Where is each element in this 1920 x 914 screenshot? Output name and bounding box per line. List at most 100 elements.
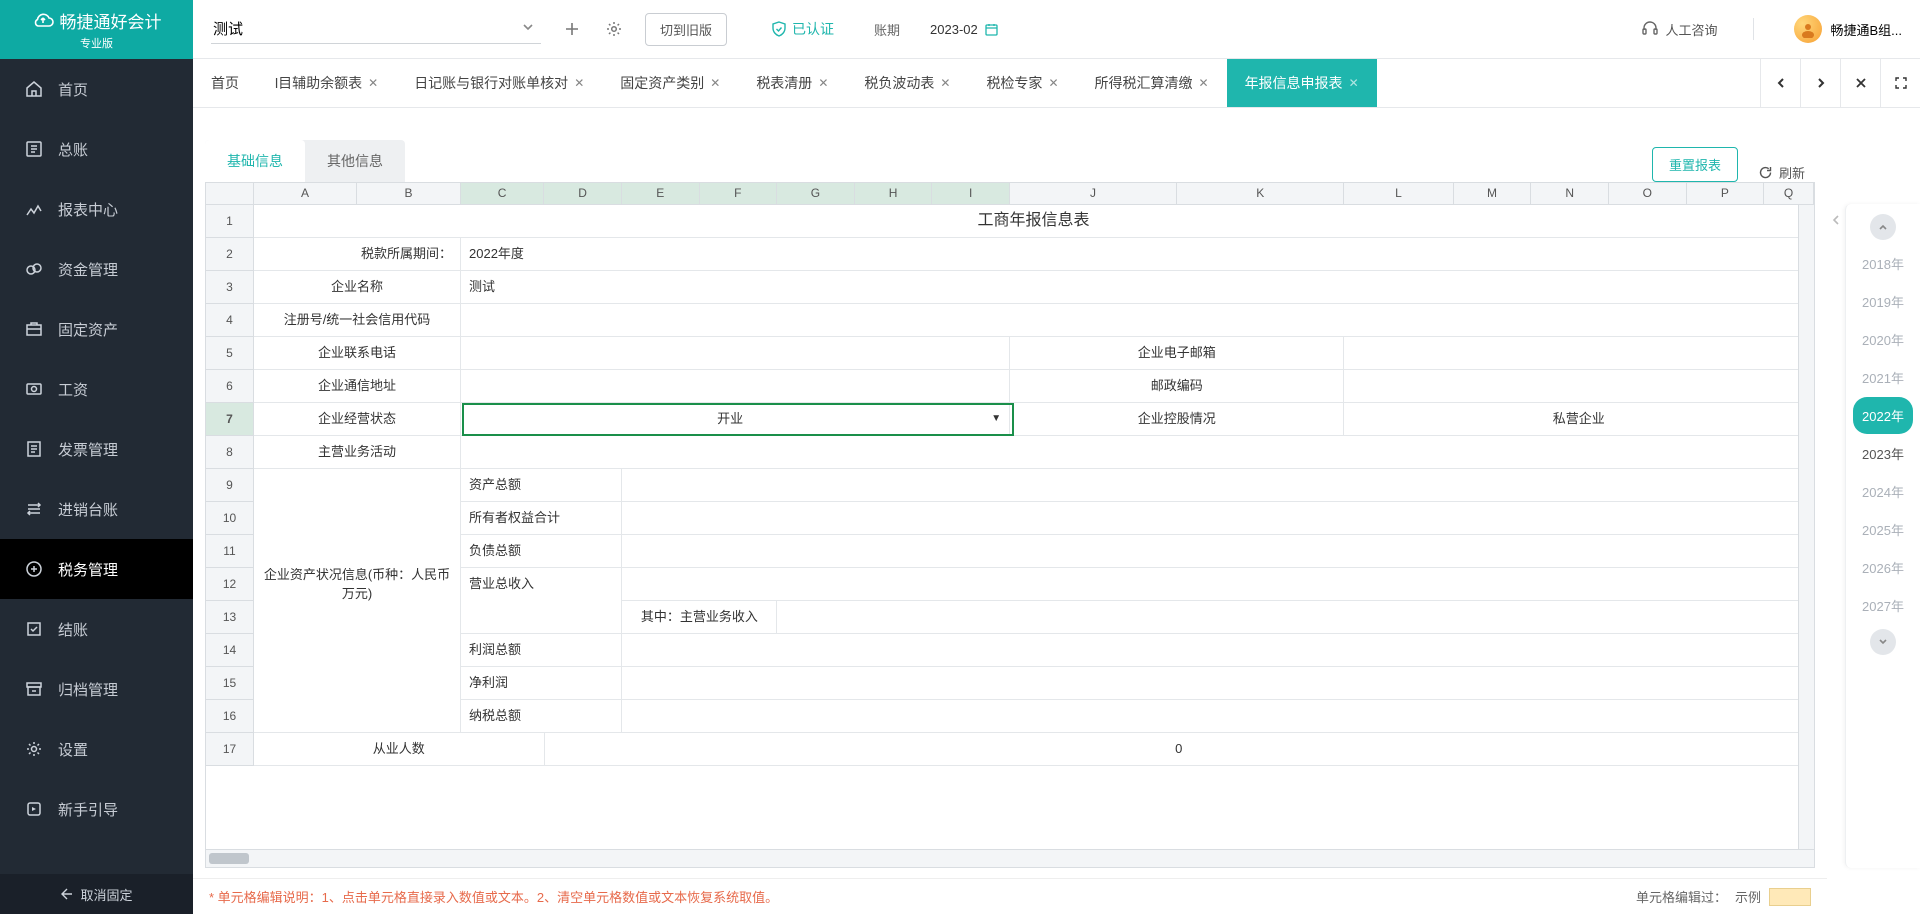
column-header[interactable]: O [1609,183,1687,204]
tab[interactable]: 税表清册✕ [738,59,846,107]
vertical-scrollbar[interactable] [1798,205,1814,849]
year-item[interactable]: 2024年 [1853,473,1913,510]
year-item[interactable]: 2018年 [1853,245,1913,282]
cell[interactable] [254,535,461,568]
cell-biz-status[interactable]: 开业▼ [461,403,1010,436]
row-header[interactable]: 15 [206,667,254,700]
sidebar-item-guide[interactable]: 新手引导 [0,779,193,839]
tab[interactable]: 日记账与银行对账单核对✕ [396,59,602,107]
cell[interactable] [622,568,1814,601]
cell[interactable]: 营业总收入 [461,568,622,601]
tab[interactable]: 固定资产类别✕ [602,59,738,107]
column-header[interactable]: C [461,183,545,204]
cell[interactable] [254,502,461,535]
year-item[interactable]: 2020年 [1853,321,1913,358]
grid[interactable]: 1工商年报信息表2税款所属期间：2022年度3企业名称测试4注册号/统一社会信用… [206,205,1814,766]
row-header[interactable]: 14 [206,634,254,667]
column-header[interactable]: P [1687,183,1765,204]
column-header[interactable]: K [1177,183,1344,204]
row-header[interactable]: 3 [206,271,254,304]
sidebar-item-inout[interactable]: 进销台账 [0,479,193,539]
cell[interactable]: 工商年报信息表 [254,205,1814,238]
cell[interactable] [622,469,1814,502]
column-header[interactable]: M [1454,183,1532,204]
tab-close-icon[interactable]: ✕ [574,76,584,90]
row-header[interactable]: 5 [206,337,254,370]
tab-close-icon[interactable]: ✕ [818,76,828,90]
cell[interactable] [622,667,1814,700]
row-header[interactable]: 11 [206,535,254,568]
cell[interactable]: 企业电子邮箱 [1010,337,1344,370]
tab-close-icon[interactable]: ✕ [1199,76,1209,90]
settings-gear-button[interactable] [603,18,625,40]
row-header[interactable]: 12 [206,568,254,601]
cell[interactable]: 所有者权益合计 [461,502,622,535]
cell[interactable] [461,370,1010,403]
tab[interactable]: l目辅助余额表✕ [257,59,396,107]
cell[interactable]: 资产总额 [461,469,622,502]
switch-old-button[interactable]: 切到旧版 [645,13,727,46]
tab-close-icon[interactable]: ✕ [940,76,950,90]
cell[interactable] [461,436,1814,469]
cell[interactable] [254,634,461,667]
row-header[interactable]: 8 [206,436,254,469]
cell[interactable]: 企业控股情况 [1010,403,1344,436]
cell[interactable] [254,601,461,634]
column-header[interactable]: A [254,183,357,204]
column-header[interactable]: N [1531,183,1609,204]
sidebar-item-fund[interactable]: 资金管理 [0,239,193,299]
row-header[interactable]: 13 [206,601,254,634]
row-header[interactable]: 10 [206,502,254,535]
cell-asset-info-label[interactable]: 企业资产状况信息(币种：人民币万元) [254,568,461,601]
reset-report-button[interactable]: 重置报表 [1652,147,1738,182]
row-header[interactable]: 9 [206,469,254,502]
tab[interactable]: 年报信息申报表✕ [1227,59,1377,107]
cell[interactable]: 企业名称 [254,271,461,304]
sidebar-item-home[interactable]: 首页 [0,59,193,119]
sidebar-item-report[interactable]: 报表中心 [0,179,193,239]
year-up-button[interactable] [1870,214,1896,240]
cell[interactable]: 负债总额 [461,535,622,568]
cell[interactable] [622,634,1814,667]
column-header[interactable]: H [855,183,933,204]
cell[interactable] [622,502,1814,535]
subtab[interactable]: 其他信息 [305,140,405,182]
add-button[interactable] [561,18,583,40]
cell[interactable]: 测试 [461,271,1814,304]
horizontal-scrollbar[interactable] [206,849,1814,867]
cell[interactable] [1344,370,1814,403]
cell[interactable]: 邮政编码 [1010,370,1344,403]
sidebar-item-salary[interactable]: 工资 [0,359,193,419]
spreadsheet[interactable]: ABCDEFGHIJKLMNOPQ 1工商年报信息表2税款所属期间：2022年度… [205,182,1815,868]
tab-close-icon[interactable]: ✕ [368,76,378,90]
row-header[interactable]: 4 [206,304,254,337]
column-header[interactable]: F [700,183,778,204]
column-header[interactable]: E [622,183,700,204]
cell[interactable] [461,304,1814,337]
row-header[interactable]: 6 [206,370,254,403]
year-item[interactable]: 2023年 [1853,435,1913,472]
tabs-next-button[interactable] [1800,59,1840,107]
tab[interactable]: 所得税汇算清缴✕ [1077,59,1227,107]
column-header[interactable]: J [1010,183,1177,204]
tabs-prev-button[interactable] [1760,59,1800,107]
cell[interactable] [622,700,1814,733]
cell[interactable] [622,535,1814,568]
row-header[interactable]: 16 [206,700,254,733]
year-item[interactable]: 2019年 [1853,283,1913,320]
user-menu[interactable]: 畅捷通B组... [1794,15,1902,43]
cell[interactable]: 2022年度 [461,238,1814,271]
cell[interactable]: 其中：主营业务收入 [622,601,777,634]
collapse-rail-button[interactable] [1827,108,1845,914]
tab-close-icon[interactable]: ✕ [1349,76,1359,90]
row-header[interactable]: 7 [206,403,254,436]
cell[interactable] [461,601,622,634]
cell[interactable]: 利润总额 [461,634,622,667]
cell[interactable]: 企业通信地址 [254,370,461,403]
cell[interactable] [254,469,461,502]
period-picker[interactable]: 2023-02 [930,22,999,37]
year-item[interactable]: 2027年 [1853,587,1913,624]
tab-close-icon[interactable]: ✕ [1048,76,1058,90]
tabs-close-button[interactable] [1840,59,1880,107]
year-item[interactable]: 2026年 [1853,549,1913,586]
